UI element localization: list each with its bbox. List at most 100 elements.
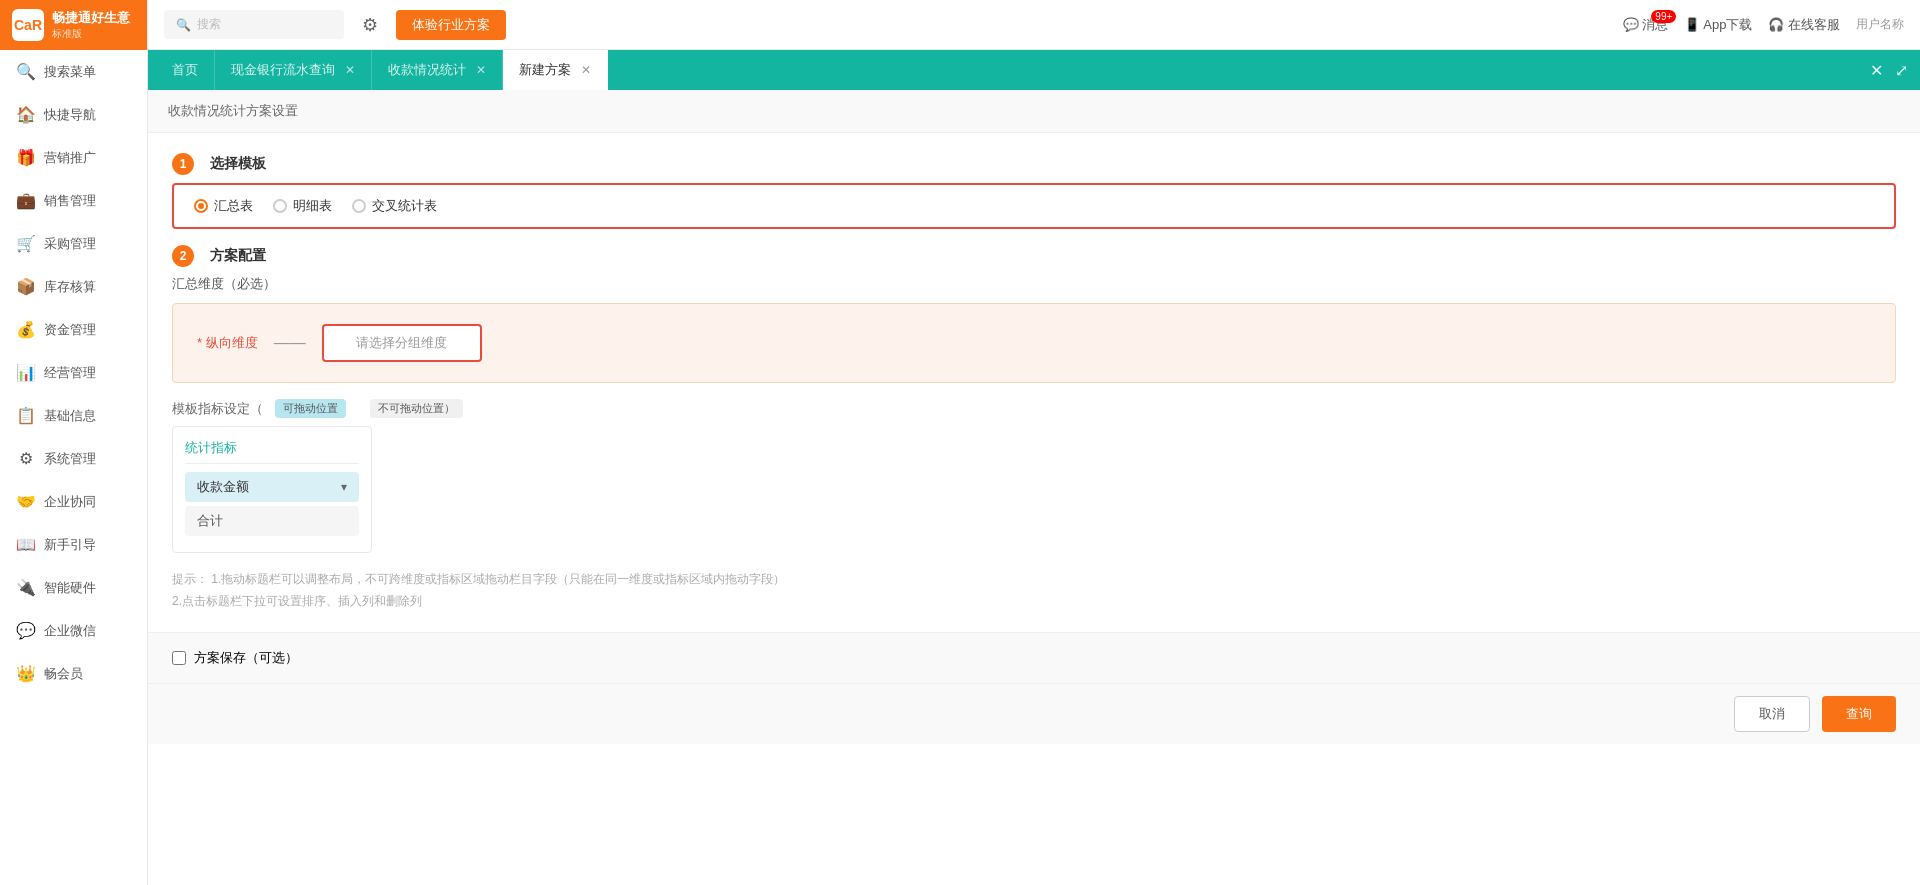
search-icon: 🔍: [16, 62, 36, 81]
metrics-title: 统计指标: [185, 439, 359, 464]
radio-detail[interactable]: 明细表: [273, 197, 332, 215]
tab-new-plan[interactable]: 新建方案 ✕: [503, 50, 608, 90]
query-button[interactable]: 查询: [1822, 696, 1896, 732]
dimension-selector[interactable]: 请选择分组维度: [322, 324, 482, 362]
tab-home[interactable]: 首页: [156, 50, 215, 90]
step1-title: 选择模板: [210, 155, 266, 173]
sidebar-item-wechat[interactable]: 💬 企业微信: [0, 609, 147, 652]
sidebar-item-label: 系统管理: [44, 450, 96, 468]
dimension-row: * 纵向维度 —— 请选择分组维度: [197, 324, 1871, 362]
metric-sub-item-label: 合计: [197, 513, 223, 528]
wechat-icon: 💬: [16, 621, 36, 640]
download-area[interactable]: 📱 App下载: [1684, 16, 1752, 34]
form-section: 1 选择模板 汇总表 明细表 交叉统计表: [148, 133, 1920, 632]
cancel-button[interactable]: 取消: [1734, 696, 1810, 732]
sidebar-item-system[interactable]: ⚙ 系统管理: [0, 437, 147, 480]
plan-section: 2 方案配置 汇总维度（必选） * 纵向维度 —— 请选择分组维度: [172, 245, 1896, 612]
save-checkbox[interactable]: [172, 651, 186, 665]
sidebar-item-management[interactable]: 📊 经营管理: [0, 351, 147, 394]
radio-cross-label: 交叉统计表: [372, 197, 437, 215]
sidebar-item-quicknav[interactable]: 🏠 快捷导航: [0, 93, 147, 136]
tips-title: 提示：: [172, 572, 208, 586]
tab-cashflow-close[interactable]: ✕: [345, 63, 355, 77]
settings-button[interactable]: ⚙: [356, 11, 384, 39]
metrics-header-text: 模板指标设定（: [172, 400, 263, 418]
cooperation-icon: 🤝: [16, 492, 36, 511]
sidebar-item-label: 经营管理: [44, 364, 96, 382]
step1-row: 1 选择模板: [172, 153, 1896, 175]
sidebar-item-sales[interactable]: 💼 销售管理: [0, 179, 147, 222]
sidebar-item-label: 采购管理: [44, 235, 96, 253]
notification-area[interactable]: 💬 消息 99+: [1623, 16, 1669, 34]
guide-icon: 📖: [16, 535, 36, 554]
tab-cashflow-label: 现金银行流水查询: [231, 61, 335, 79]
sidebar-item-marketing[interactable]: 🎁 营销推广: [0, 136, 147, 179]
download-icon: 📱: [1684, 17, 1700, 32]
tab-collection-close[interactable]: ✕: [476, 63, 486, 77]
step2-badge: 2: [172, 245, 194, 267]
logo-icon: CaR: [12, 9, 44, 41]
tab-maximize-btn[interactable]: ⤢: [1891, 57, 1912, 84]
sidebar-item-finance[interactable]: 💰 资金管理: [0, 308, 147, 351]
sidebar-item-label: 销售管理: [44, 192, 96, 210]
radio-cross[interactable]: 交叉统计表: [352, 197, 437, 215]
sidebar-item-cooperation[interactable]: 🤝 企业协同: [0, 480, 147, 523]
tab-collection[interactable]: 收款情况统计 ✕: [372, 50, 503, 90]
sidebar-item-label: 企业协同: [44, 493, 96, 511]
sidebar-item-label: 智能硬件: [44, 579, 96, 597]
draggable-badge: 可拖动位置: [275, 399, 346, 418]
sidebar-item-search[interactable]: 🔍 搜索菜单: [0, 50, 147, 93]
main-area: 🔍 搜索 ⚙ 体验行业方案 💬 消息 99+ 📱 App下载 🎧 在线客服 用户…: [148, 0, 1920, 885]
sidebar-item-member[interactable]: 👑 畅会员: [0, 652, 147, 695]
tab-close-btn[interactable]: ✕: [1866, 57, 1887, 84]
trial-button[interactable]: 体验行业方案: [396, 10, 506, 40]
tab-cashflow[interactable]: 现金银行流水查询 ✕: [215, 50, 372, 90]
message-icon: 💬: [1623, 17, 1639, 32]
home-icon: 🏠: [16, 105, 36, 124]
sidebar-item-guide[interactable]: 📖 新手引导: [0, 523, 147, 566]
radio-summary[interactable]: 汇总表: [194, 197, 253, 215]
sidebar-item-purchase[interactable]: 🛒 采购管理: [0, 222, 147, 265]
metric-item-label: 收款金额: [197, 478, 249, 496]
sidebar: CaR 畅捷通好生意 标准版 🔍 搜索菜单 🏠 快捷导航 🎁 营销推广 💼 销售…: [0, 0, 148, 885]
logo-text: 畅捷通好生意 标准版: [52, 9, 130, 41]
search-icon: 🔍: [176, 18, 191, 32]
non-draggable-badge: 不可拖动位置）: [370, 399, 463, 418]
tab-home-label: 首页: [172, 61, 198, 79]
support-icon: 🎧: [1768, 17, 1784, 32]
support-area[interactable]: 🎧 在线客服: [1768, 16, 1840, 34]
metric-item-collection-amount[interactable]: 收款金额 ▾: [185, 472, 359, 502]
radio-group: 汇总表 明细表 交叉统计表: [194, 197, 437, 215]
tabs-controls: ✕ ⤢: [1866, 57, 1920, 84]
finance-icon: 💰: [16, 320, 36, 339]
sidebar-item-label: 快捷导航: [44, 106, 96, 124]
sidebar-item-label: 营销推广: [44, 149, 96, 167]
sidebar-item-base-info[interactable]: 📋 基础信息: [0, 394, 147, 437]
dimension-section-label: 汇总维度（必选）: [172, 275, 1896, 293]
purchase-icon: 🛒: [16, 234, 36, 253]
radio-circle-summary: [194, 199, 208, 213]
sales-icon: 💼: [16, 191, 36, 210]
sidebar-item-inventory[interactable]: 📦 库存核算: [0, 265, 147, 308]
tips-line2: 2.点击标题栏下拉可设置排序、插入列和删除列: [172, 591, 1896, 613]
metrics-header: 模板指标设定（ 可拖动位置 不可拖动位置）: [172, 399, 1896, 418]
tab-bar: 首页 现金银行流水查询 ✕ 收款情况统计 ✕ 新建方案 ✕ ✕ ⤢: [148, 50, 1920, 90]
tab-new-plan-close[interactable]: ✕: [581, 63, 591, 77]
sidebar-item-hardware[interactable]: 🔌 智能硬件: [0, 566, 147, 609]
sidebar-item-label: 新手引导: [44, 536, 96, 554]
support-label: 在线客服: [1788, 17, 1840, 32]
sidebar-logo: CaR 畅捷通好生意 标准版: [0, 0, 147, 50]
dimension-area: * 纵向维度 —— 请选择分组维度: [172, 303, 1896, 383]
step1-badge: 1: [172, 153, 194, 175]
step2-title: 方案配置: [210, 247, 266, 265]
tab-new-plan-label: 新建方案: [519, 61, 571, 79]
radio-circle-detail: [273, 199, 287, 213]
tips-section: 提示： 1.拖动标题栏可以调整布局，不可跨维度或指标区域拖动栏目字段（只能在同一…: [172, 569, 1896, 612]
page-header: 收款情况统计方案设置: [148, 90, 1920, 133]
tab-collection-label: 收款情况统计: [388, 61, 466, 79]
search-box[interactable]: 🔍 搜索: [164, 10, 344, 39]
download-label: App下载: [1703, 17, 1752, 32]
sidebar-item-label: 搜索菜单: [44, 63, 96, 81]
page-header-text: 收款情况统计方案设置: [168, 103, 298, 118]
sidebar-item-label: 畅会员: [44, 665, 83, 683]
